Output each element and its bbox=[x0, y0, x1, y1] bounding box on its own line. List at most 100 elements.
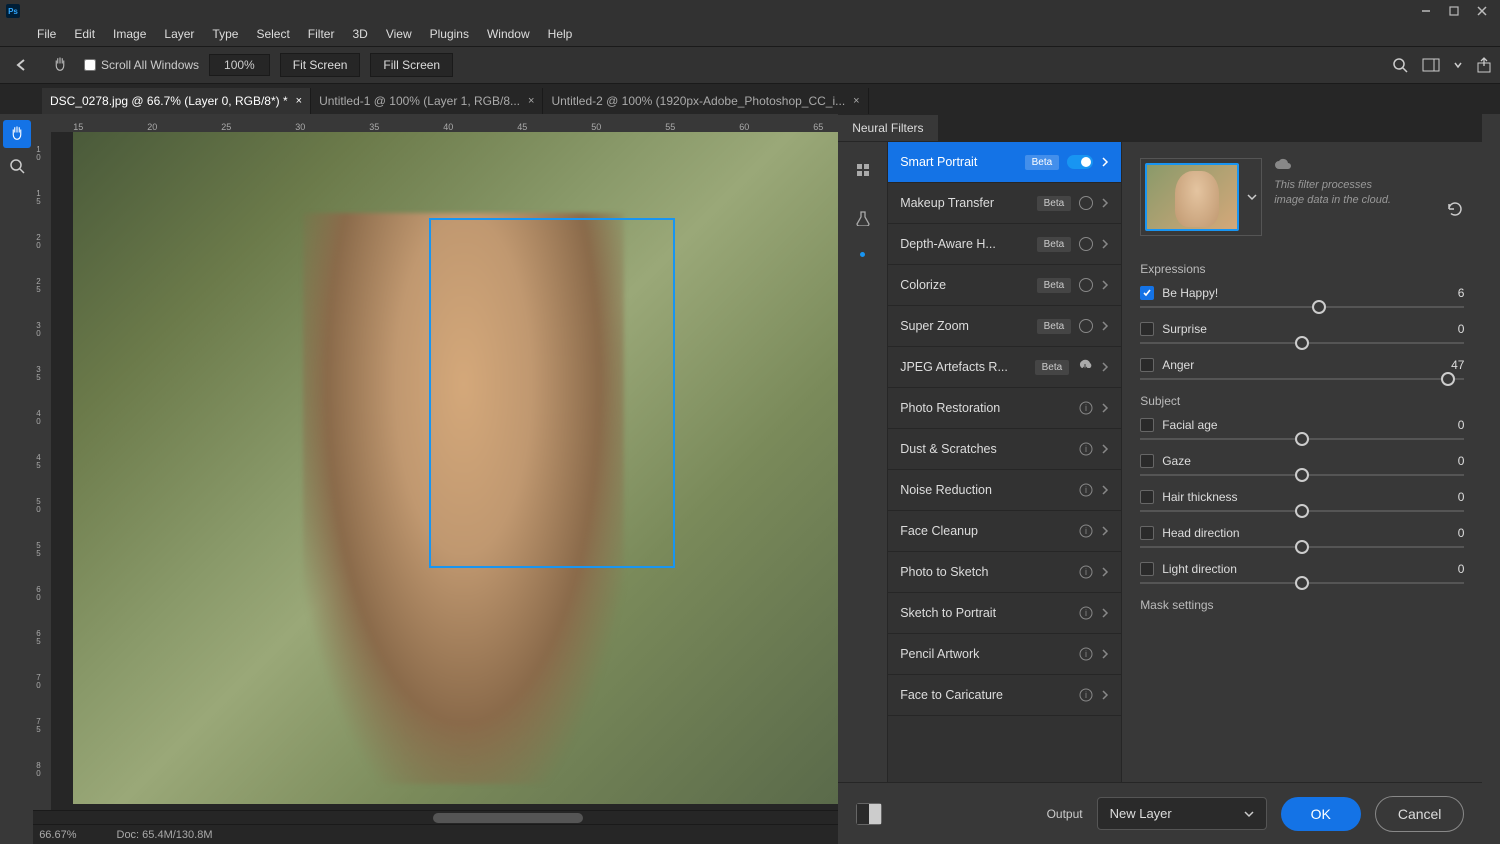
filter-item-jpeg-artefacts-r-[interactable]: JPEG Artefacts R...Beta bbox=[888, 347, 1121, 388]
fit-screen-button[interactable]: Fit Screen bbox=[280, 53, 361, 77]
toggle-switch[interactable] bbox=[1067, 155, 1093, 169]
workspace-switcher-icon[interactable] bbox=[1422, 58, 1440, 72]
cancel-button[interactable]: Cancel bbox=[1375, 796, 1465, 832]
slider-knob[interactable] bbox=[1295, 468, 1309, 482]
zoom-value[interactable]: 100% bbox=[209, 54, 270, 76]
radio-toggle[interactable] bbox=[1079, 196, 1093, 210]
slider-knob[interactable] bbox=[1295, 432, 1309, 446]
menu-type[interactable]: Type bbox=[203, 23, 247, 45]
slider-checkbox[interactable] bbox=[1140, 322, 1154, 336]
menu-layer[interactable]: Layer bbox=[155, 23, 203, 45]
slider-checkbox[interactable] bbox=[1140, 490, 1154, 504]
menu-file[interactable]: File bbox=[28, 23, 65, 45]
share-icon[interactable] bbox=[1476, 57, 1492, 73]
info-icon[interactable]: i bbox=[1079, 565, 1093, 579]
slider-track[interactable] bbox=[1140, 546, 1464, 548]
filter-item-makeup-transfer[interactable]: Makeup TransferBeta bbox=[888, 183, 1121, 224]
face-preview-thumbnail[interactable] bbox=[1145, 163, 1239, 231]
horizontal-scrollbar[interactable] bbox=[33, 810, 838, 824]
maximize-button[interactable] bbox=[1440, 2, 1468, 20]
tab-dsc0278[interactable]: DSC_0278.jpg @ 66.7% (Layer 0, RGB/8*) *… bbox=[42, 88, 311, 114]
filter-item-super-zoom[interactable]: Super ZoomBeta bbox=[888, 306, 1121, 347]
slider-knob[interactable] bbox=[1441, 372, 1455, 386]
cloud-download-icon[interactable] bbox=[1077, 358, 1093, 377]
ok-button[interactable]: OK bbox=[1281, 797, 1361, 831]
filter-item-sketch-to-portrait[interactable]: Sketch to Portraiti bbox=[888, 593, 1121, 634]
radio-toggle[interactable] bbox=[1079, 237, 1093, 251]
menu-image[interactable]: Image bbox=[104, 23, 155, 45]
filter-item-face-to-caricature[interactable]: Face to Caricaturei bbox=[888, 675, 1121, 716]
close-icon[interactable]: × bbox=[296, 95, 302, 107]
chevron-down-icon[interactable] bbox=[1454, 61, 1462, 69]
tab-untitled1[interactable]: Untitled-1 @ 100% (Layer 1, RGB/8...× bbox=[311, 88, 543, 114]
info-icon[interactable]: i bbox=[1079, 647, 1093, 661]
fill-screen-button[interactable]: Fill Screen bbox=[370, 53, 453, 77]
filter-item-face-cleanup[interactable]: Face Cleanupi bbox=[888, 511, 1121, 552]
search-icon[interactable] bbox=[1392, 57, 1408, 73]
info-icon[interactable]: i bbox=[1079, 524, 1093, 538]
minimize-button[interactable] bbox=[1412, 2, 1440, 20]
slider-track[interactable] bbox=[1140, 438, 1464, 440]
slider-track[interactable] bbox=[1140, 474, 1464, 476]
filter-featured-icon[interactable] bbox=[849, 156, 877, 184]
filter-item-photo-to-sketch[interactable]: Photo to Sketchi bbox=[888, 552, 1121, 593]
info-icon[interactable]: i bbox=[1079, 401, 1093, 415]
slider-surprise: Surprise0 bbox=[1140, 322, 1464, 344]
slider-track[interactable] bbox=[1140, 510, 1464, 512]
filter-item-colorize[interactable]: ColorizeBeta bbox=[888, 265, 1121, 306]
close-icon[interactable]: × bbox=[528, 95, 534, 107]
menu-plugins[interactable]: Plugins bbox=[421, 23, 478, 45]
slider-knob[interactable] bbox=[1295, 540, 1309, 554]
slider-checkbox[interactable] bbox=[1140, 526, 1154, 540]
slider-knob[interactable] bbox=[1312, 300, 1326, 314]
filter-item-photo-restoration[interactable]: Photo Restorationi bbox=[888, 388, 1121, 429]
canvas-viewport[interactable] bbox=[51, 132, 838, 810]
filter-item-dust-scratches[interactable]: Dust & Scratchesi bbox=[888, 429, 1121, 470]
slider-checkbox[interactable] bbox=[1140, 454, 1154, 468]
filter-beta-icon[interactable] bbox=[849, 204, 877, 232]
slider-value: 6 bbox=[1458, 286, 1465, 300]
slider-checkbox[interactable] bbox=[1140, 418, 1154, 432]
menu-view[interactable]: View bbox=[377, 23, 421, 45]
slider-knob[interactable] bbox=[1295, 576, 1309, 590]
filter-item-pencil-artwork[interactable]: Pencil Artworki bbox=[888, 634, 1121, 675]
filter-item-smart-portrait[interactable]: Smart PortraitBeta bbox=[888, 142, 1121, 183]
slider-checkbox[interactable] bbox=[1140, 562, 1154, 576]
zoom-tool[interactable] bbox=[3, 152, 31, 180]
slider-track[interactable] bbox=[1140, 342, 1464, 344]
app-icon: Ps bbox=[6, 4, 20, 18]
tab-untitled2[interactable]: Untitled-2 @ 100% (1920px-Adobe_Photosho… bbox=[543, 88, 868, 114]
radio-toggle[interactable] bbox=[1079, 319, 1093, 333]
hand-tool-icon[interactable] bbox=[46, 51, 74, 79]
filter-item-depth-aware-h-[interactable]: Depth-Aware H...Beta bbox=[888, 224, 1121, 265]
slider-checkbox[interactable] bbox=[1140, 358, 1154, 372]
radio-toggle[interactable] bbox=[1079, 278, 1093, 292]
active-indicator-dot bbox=[860, 252, 865, 257]
slider-checkbox[interactable] bbox=[1140, 286, 1154, 300]
menu-edit[interactable]: Edit bbox=[65, 23, 104, 45]
menu-3d[interactable]: 3D bbox=[343, 23, 376, 45]
menu-select[interactable]: Select bbox=[247, 23, 298, 45]
slider-track[interactable] bbox=[1140, 582, 1464, 584]
slider-knob[interactable] bbox=[1295, 504, 1309, 518]
slider-track[interactable] bbox=[1140, 306, 1464, 308]
output-dropdown[interactable]: New Layer bbox=[1097, 797, 1267, 830]
slider-track[interactable] bbox=[1140, 378, 1464, 380]
filter-item-noise-reduction[interactable]: Noise Reductioni bbox=[888, 470, 1121, 511]
slider-knob[interactable] bbox=[1295, 336, 1309, 350]
mask-toggle-button[interactable] bbox=[856, 803, 882, 825]
menu-window[interactable]: Window bbox=[478, 23, 539, 45]
info-icon[interactable]: i bbox=[1079, 442, 1093, 456]
menu-filter[interactable]: Filter bbox=[299, 23, 344, 45]
close-icon[interactable]: × bbox=[853, 95, 859, 107]
info-icon[interactable]: i bbox=[1079, 483, 1093, 497]
menu-help[interactable]: Help bbox=[539, 23, 582, 45]
info-icon[interactable]: i bbox=[1079, 688, 1093, 702]
hand-tool[interactable] bbox=[3, 120, 31, 148]
reset-icon[interactable] bbox=[1446, 200, 1464, 223]
info-icon[interactable]: i bbox=[1079, 606, 1093, 620]
close-button[interactable] bbox=[1468, 2, 1496, 20]
home-back-button[interactable] bbox=[8, 51, 36, 79]
chevron-down-icon[interactable] bbox=[1247, 192, 1257, 202]
scroll-all-checkbox[interactable]: Scroll All Windows bbox=[84, 58, 199, 72]
